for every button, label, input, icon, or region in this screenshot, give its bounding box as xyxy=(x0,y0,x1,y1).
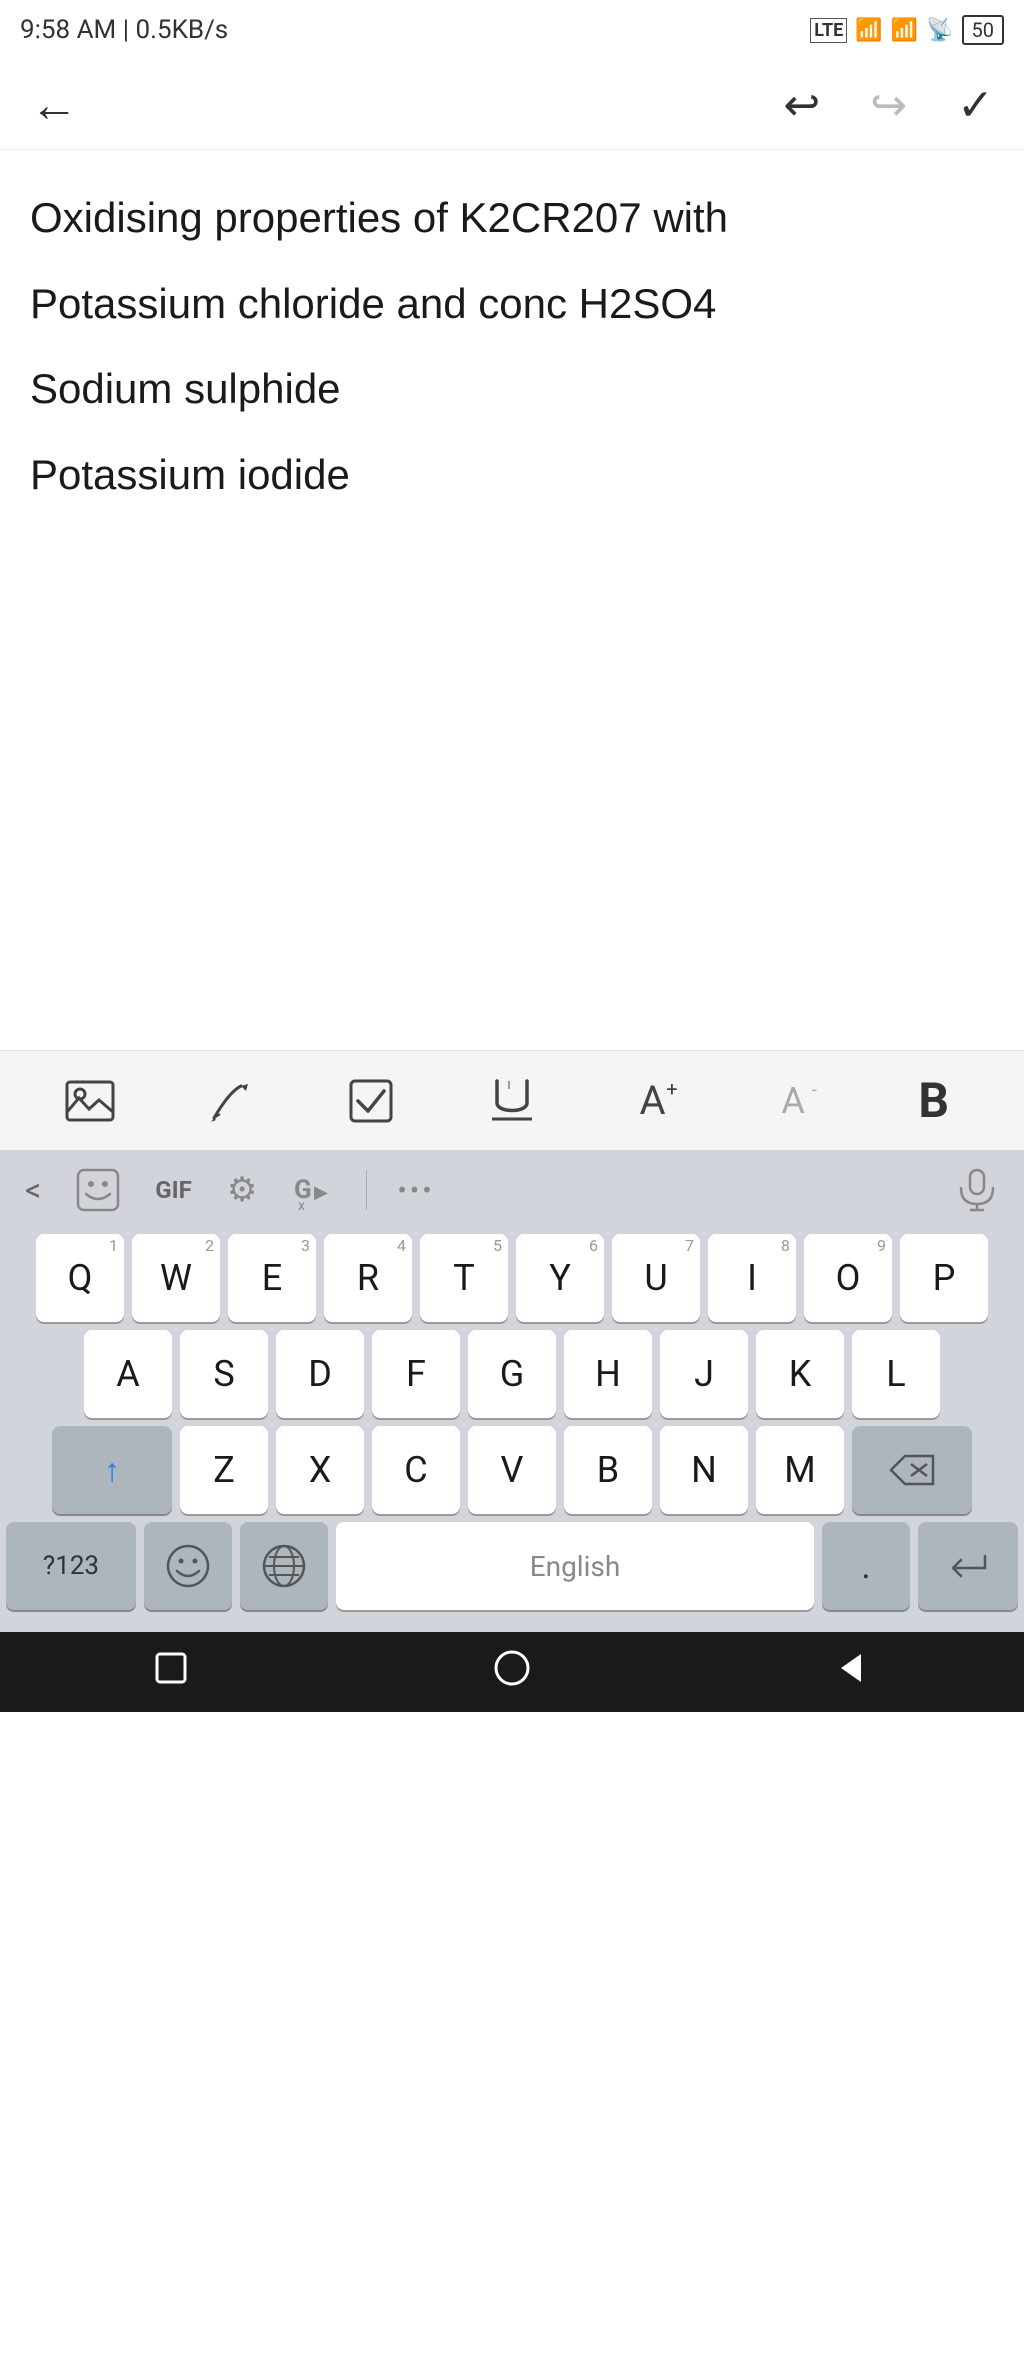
key-b[interactable]: B xyxy=(564,1426,652,1514)
svg-text:▶: ▶ xyxy=(314,1182,328,1203)
status-bar: 9:58 AM | 0.5KB/s LTE 📶 📶 📡 50 xyxy=(0,0,1024,60)
redo-button[interactable]: ↪ xyxy=(870,79,907,131)
key-c[interactable]: C xyxy=(372,1426,460,1514)
shift-button[interactable]: ↑ xyxy=(52,1426,172,1514)
draw-button[interactable] xyxy=(196,1066,266,1136)
keyboard-row-1: 1 Q 2 W 3 E 4 R 5 T 6 Y xyxy=(6,1234,1018,1322)
keyboard-row-2: A S D F G H J K L xyxy=(6,1330,1018,1418)
key-a[interactable]: A xyxy=(84,1330,172,1418)
formatting-toolbar: A+ A- B xyxy=(0,1050,1024,1150)
key-o[interactable]: 9 O xyxy=(804,1234,892,1322)
key-t[interactable]: 5 T xyxy=(420,1234,508,1322)
key-m[interactable]: M xyxy=(756,1426,844,1514)
signal-icon-1: 📶 xyxy=(855,18,882,43)
key-s[interactable]: S xyxy=(180,1330,268,1418)
space-label: English xyxy=(530,1550,621,1583)
document-area[interactable]: Oxidising properties of K2CR207 with Pot… xyxy=(0,150,1024,1050)
document-line-2: Potassium chloride and conc H2SO4 xyxy=(30,266,994,342)
document-line-4: Potassium iodide xyxy=(30,437,994,513)
key-r[interactable]: 4 R xyxy=(324,1234,412,1322)
signal-icon-2: 📶 xyxy=(891,18,918,43)
home-button[interactable] xyxy=(149,1646,193,1699)
document-line-3: Sodium sulphide xyxy=(30,351,994,427)
key-j[interactable]: J xyxy=(660,1330,748,1418)
key-v[interactable]: V xyxy=(468,1426,556,1514)
nav-right: ↩ ↪ ✓ xyxy=(783,79,994,131)
keyboard-top-row: < GIF ⚙ G ▶ x ••• xyxy=(0,1150,1024,1230)
battery-icon: 50 xyxy=(962,15,1004,45)
key-i[interactable]: 8 I xyxy=(708,1234,796,1322)
back-nav-button[interactable] xyxy=(831,1646,875,1699)
keyboard-collapse-button[interactable]: < xyxy=(15,1166,51,1214)
insert-image-button[interactable] xyxy=(55,1066,125,1136)
nav-bar: ← ↩ ↪ ✓ xyxy=(0,60,1024,150)
svg-text:x: x xyxy=(298,1198,305,1212)
key-g[interactable]: G xyxy=(468,1330,556,1418)
key-e[interactable]: 3 E xyxy=(228,1234,316,1322)
translate-button[interactable]: G ▶ x xyxy=(282,1163,346,1217)
status-time: 9:58 AM | 0.5KB/s xyxy=(20,15,228,45)
underline-button[interactable] xyxy=(477,1066,547,1136)
key-w[interactable]: 2 W xyxy=(132,1234,220,1322)
document-line-1: Oxidising properties of K2CR207 with xyxy=(30,180,994,256)
back-button[interactable]: ← xyxy=(30,76,78,133)
keyboard-separator xyxy=(366,1170,367,1210)
nav-left: ← xyxy=(30,76,78,133)
backspace-button[interactable] xyxy=(852,1426,972,1514)
keyboard-settings-button[interactable]: ⚙ xyxy=(217,1165,267,1215)
keyboard-emoji-panel-button[interactable] xyxy=(66,1163,130,1217)
wifi-icon: 📡 xyxy=(926,18,953,43)
space-button[interactable]: English xyxy=(336,1522,814,1610)
key-x[interactable]: X xyxy=(276,1426,364,1514)
status-icons: LTE 📶 📶 📡 50 xyxy=(810,15,1004,45)
checkbox-button[interactable] xyxy=(336,1066,406,1136)
language-button[interactable] xyxy=(240,1522,328,1610)
key-u[interactable]: 7 U xyxy=(612,1234,700,1322)
gif-button[interactable]: GIF xyxy=(145,1171,202,1209)
key-y[interactable]: 6 Y xyxy=(516,1234,604,1322)
key-d[interactable]: D xyxy=(276,1330,364,1418)
enter-button[interactable] xyxy=(918,1522,1018,1610)
numbers-button[interactable]: ?123 xyxy=(6,1522,136,1610)
key-h[interactable]: H xyxy=(564,1330,652,1418)
key-p[interactable]: P xyxy=(900,1234,988,1322)
emoji-button[interactable] xyxy=(144,1522,232,1610)
undo-button[interactable]: ↩ xyxy=(783,79,820,131)
font-decrease-button[interactable]: A- xyxy=(758,1066,828,1136)
period-button[interactable]: . xyxy=(822,1522,910,1610)
bottom-nav xyxy=(0,1632,1024,1712)
recents-button[interactable] xyxy=(490,1646,534,1699)
keyboard: < GIF ⚙ G ▶ x ••• xyxy=(0,1150,1024,1632)
confirm-button[interactable]: ✓ xyxy=(957,79,994,131)
key-z[interactable]: Z xyxy=(180,1426,268,1514)
bold-button[interactable]: B xyxy=(899,1066,969,1136)
font-increase-button[interactable]: A+ xyxy=(618,1066,688,1136)
key-l[interactable]: L xyxy=(852,1330,940,1418)
key-f[interactable]: F xyxy=(372,1330,460,1418)
keyboard-row-3: ↑ Z X C V B N M xyxy=(6,1426,1018,1514)
mic-button[interactable] xyxy=(945,1163,1009,1217)
key-q[interactable]: 1 Q xyxy=(36,1234,124,1322)
keyboard-row-4: ?123 English xyxy=(6,1522,1018,1610)
lte-icon: LTE xyxy=(810,18,847,43)
key-k[interactable]: K xyxy=(756,1330,844,1418)
more-options-button[interactable]: ••• xyxy=(387,1169,444,1212)
keyboard-rows: 1 Q 2 W 3 E 4 R 5 T 6 Y xyxy=(0,1230,1024,1622)
key-n[interactable]: N xyxy=(660,1426,748,1514)
